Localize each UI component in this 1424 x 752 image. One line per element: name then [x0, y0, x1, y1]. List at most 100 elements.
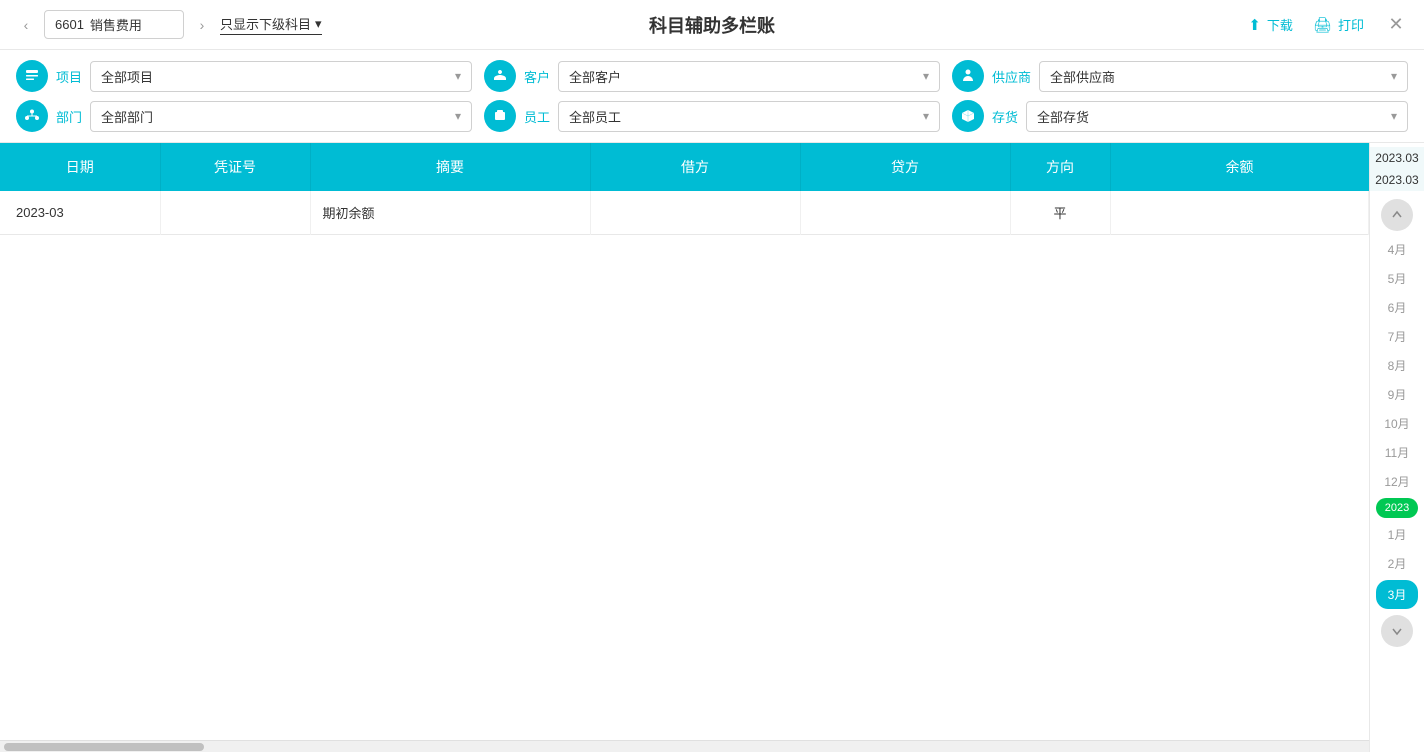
employee-icon — [484, 100, 516, 132]
customer-filter-item: 客户 全部客户 ▾ — [484, 60, 940, 92]
account-code-text: 6601 — [55, 17, 84, 32]
prev-nav-button[interactable]: ‹ — [16, 15, 36, 35]
department-select[interactable]: 全部部门 ▾ — [90, 101, 472, 132]
sidebar-year-month-3[interactable]: 3月 — [1376, 580, 1418, 609]
filter-row-2: 部门 全部部门 ▾ 员工 全部员工 ▾ — [16, 100, 1408, 132]
project-select[interactable]: 全部项目 ▾ — [90, 61, 472, 92]
col-header-summary: 摘要 — [310, 143, 590, 191]
sidebar-year-month-2[interactable]: 2月 — [1370, 549, 1424, 578]
table-body: 2023-03 期初余额 平 — [0, 191, 1369, 235]
year-badge: 2023 — [1376, 498, 1418, 518]
project-filter-item: 项目 全部项目 ▾ — [16, 60, 472, 92]
supplier-icon — [952, 60, 984, 92]
download-icon: ⬆ — [1248, 16, 1261, 34]
table-area: 日期 凭证号 摘要 借方 贷方 方向 余额 2023-03 期初余额 — [0, 143, 1369, 752]
selected-range-bottom: 2023.03 — [1370, 169, 1424, 191]
sidebar-month-7[interactable]: 7月 — [1370, 322, 1424, 351]
cell-credit — [800, 191, 1010, 235]
customer-value: 全部客户 — [569, 67, 621, 86]
employee-value: 全部员工 — [569, 107, 621, 126]
print-button[interactable]: 🖨 打印 — [1313, 15, 1364, 34]
col-header-balance: 余额 — [1110, 143, 1369, 191]
department-arrow: ▾ — [455, 109, 461, 123]
sidebar-month-5[interactable]: 5月 — [1370, 264, 1424, 293]
cell-date: 2023-03 — [0, 191, 160, 235]
inventory-select[interactable]: 全部存货 ▾ — [1026, 101, 1408, 132]
download-label: 下载 — [1267, 15, 1293, 34]
customer-arrow: ▾ — [923, 69, 929, 83]
title-bar: ‹ 6601 销售费用 › 只显示下级科目 ▾ 科目辅助多栏账 ⬆ 下载 🖨 打… — [0, 0, 1424, 50]
selected-range-top: 2023.03 — [1370, 147, 1424, 169]
empty-area — [0, 235, 1369, 740]
project-arrow: ▾ — [455, 69, 461, 83]
sidebar-month-11[interactable]: 11月 — [1370, 438, 1424, 467]
cell-voucher — [160, 191, 310, 235]
customer-label: 客户 — [524, 67, 550, 86]
cell-summary: 期初余额 — [310, 191, 590, 235]
col-header-credit: 贷方 — [800, 143, 1010, 191]
inventory-icon — [952, 100, 984, 132]
project-icon — [16, 60, 48, 92]
supplier-value: 全部供应商 — [1050, 67, 1115, 86]
sidebar-month-12[interactable]: 12月 — [1370, 467, 1424, 496]
inventory-label: 存货 — [992, 107, 1018, 126]
inventory-value: 全部存货 — [1037, 107, 1089, 126]
sidebar-year-month-1[interactable]: 1月 — [1370, 520, 1424, 549]
title-left: ‹ 6601 销售费用 › 只显示下级科目 ▾ — [16, 10, 322, 39]
filter-bar: 项目 全部项目 ▾ 客户 全部客户 ▾ — [0, 50, 1424, 143]
inventory-arrow: ▾ — [1391, 109, 1397, 123]
project-label: 项目 — [56, 67, 82, 86]
supplier-arrow: ▾ — [1391, 69, 1397, 83]
print-icon: 🖨 — [1313, 16, 1332, 34]
customer-icon — [484, 60, 516, 92]
cell-debit — [590, 191, 800, 235]
download-button[interactable]: ⬆ 下载 — [1248, 15, 1293, 34]
employee-arrow: ▾ — [923, 109, 929, 123]
data-table: 日期 凭证号 摘要 借方 贷方 方向 余额 2023-03 期初余额 — [0, 143, 1369, 235]
cell-balance — [1110, 191, 1369, 235]
sidebar-month-6[interactable]: 6月 — [1370, 293, 1424, 322]
supplier-label: 供应商 — [992, 67, 1031, 86]
employee-select[interactable]: 全部员工 ▾ — [558, 101, 940, 132]
supplier-filter-item: 供应商 全部供应商 ▾ — [952, 60, 1408, 92]
scrollbar-thumb[interactable] — [4, 743, 204, 751]
employee-label: 员工 — [524, 107, 550, 126]
table-row: 2023-03 期初余额 平 — [0, 191, 1369, 235]
next-nav-button[interactable]: › — [192, 15, 212, 35]
show-sub-label: 只显示下级科目 — [220, 14, 311, 33]
table-header: 日期 凭证号 摘要 借方 贷方 方向 余额 — [0, 143, 1369, 191]
col-header-direction: 方向 — [1010, 143, 1110, 191]
horizontal-scrollbar[interactable] — [0, 740, 1369, 752]
department-icon — [16, 100, 48, 132]
sidebar-month-10[interactable]: 10月 — [1370, 409, 1424, 438]
supplier-select[interactable]: 全部供应商 ▾ — [1039, 61, 1408, 92]
employee-filter-item: 员工 全部员工 ▾ — [484, 100, 940, 132]
account-code-display: 6601 销售费用 — [44, 10, 184, 39]
department-filter-item: 部门 全部部门 ▾ — [16, 100, 472, 132]
filter-row-1: 项目 全部项目 ▾ 客户 全部客户 ▾ — [16, 60, 1408, 92]
account-name-text: 销售费用 — [90, 15, 142, 34]
department-label: 部门 — [56, 107, 82, 126]
sidebar-month-8[interactable]: 8月 — [1370, 351, 1424, 380]
sidebar-month-9[interactable]: 9月 — [1370, 380, 1424, 409]
show-sub-button[interactable]: 只显示下级科目 ▾ — [220, 14, 322, 35]
customer-select[interactable]: 全部客户 ▾ — [558, 61, 940, 92]
department-value: 全部部门 — [101, 107, 153, 126]
col-header-voucher: 凭证号 — [160, 143, 310, 191]
close-button[interactable]: ✕ — [1384, 13, 1408, 37]
print-label: 打印 — [1338, 15, 1364, 34]
main-window: ‹ 6601 销售费用 › 只显示下级科目 ▾ 科目辅助多栏账 ⬆ 下载 🖨 打… — [0, 0, 1424, 752]
col-header-date: 日期 — [0, 143, 160, 191]
title-right: ⬆ 下载 🖨 打印 ✕ — [1248, 13, 1408, 37]
col-header-debit: 借方 — [590, 143, 800, 191]
inventory-filter-item: 存货 全部存货 ▾ — [952, 100, 1408, 132]
cell-direction: 平 — [1010, 191, 1110, 235]
main-content: 日期 凭证号 摘要 借方 贷方 方向 余额 2023-03 期初余额 — [0, 143, 1424, 752]
sidebar-month-4[interactable]: 4月 — [1370, 235, 1424, 264]
right-sidebar: 2023.03 2023.03 4月 5月 6月 7月 8月 9月 10月 11… — [1369, 143, 1424, 752]
show-sub-arrow: ▾ — [315, 16, 322, 32]
page-title: 科目辅助多栏账 — [649, 12, 775, 38]
sidebar-up-button[interactable] — [1381, 199, 1413, 231]
sidebar-down-button[interactable] — [1381, 615, 1413, 647]
project-value: 全部项目 — [101, 67, 153, 86]
